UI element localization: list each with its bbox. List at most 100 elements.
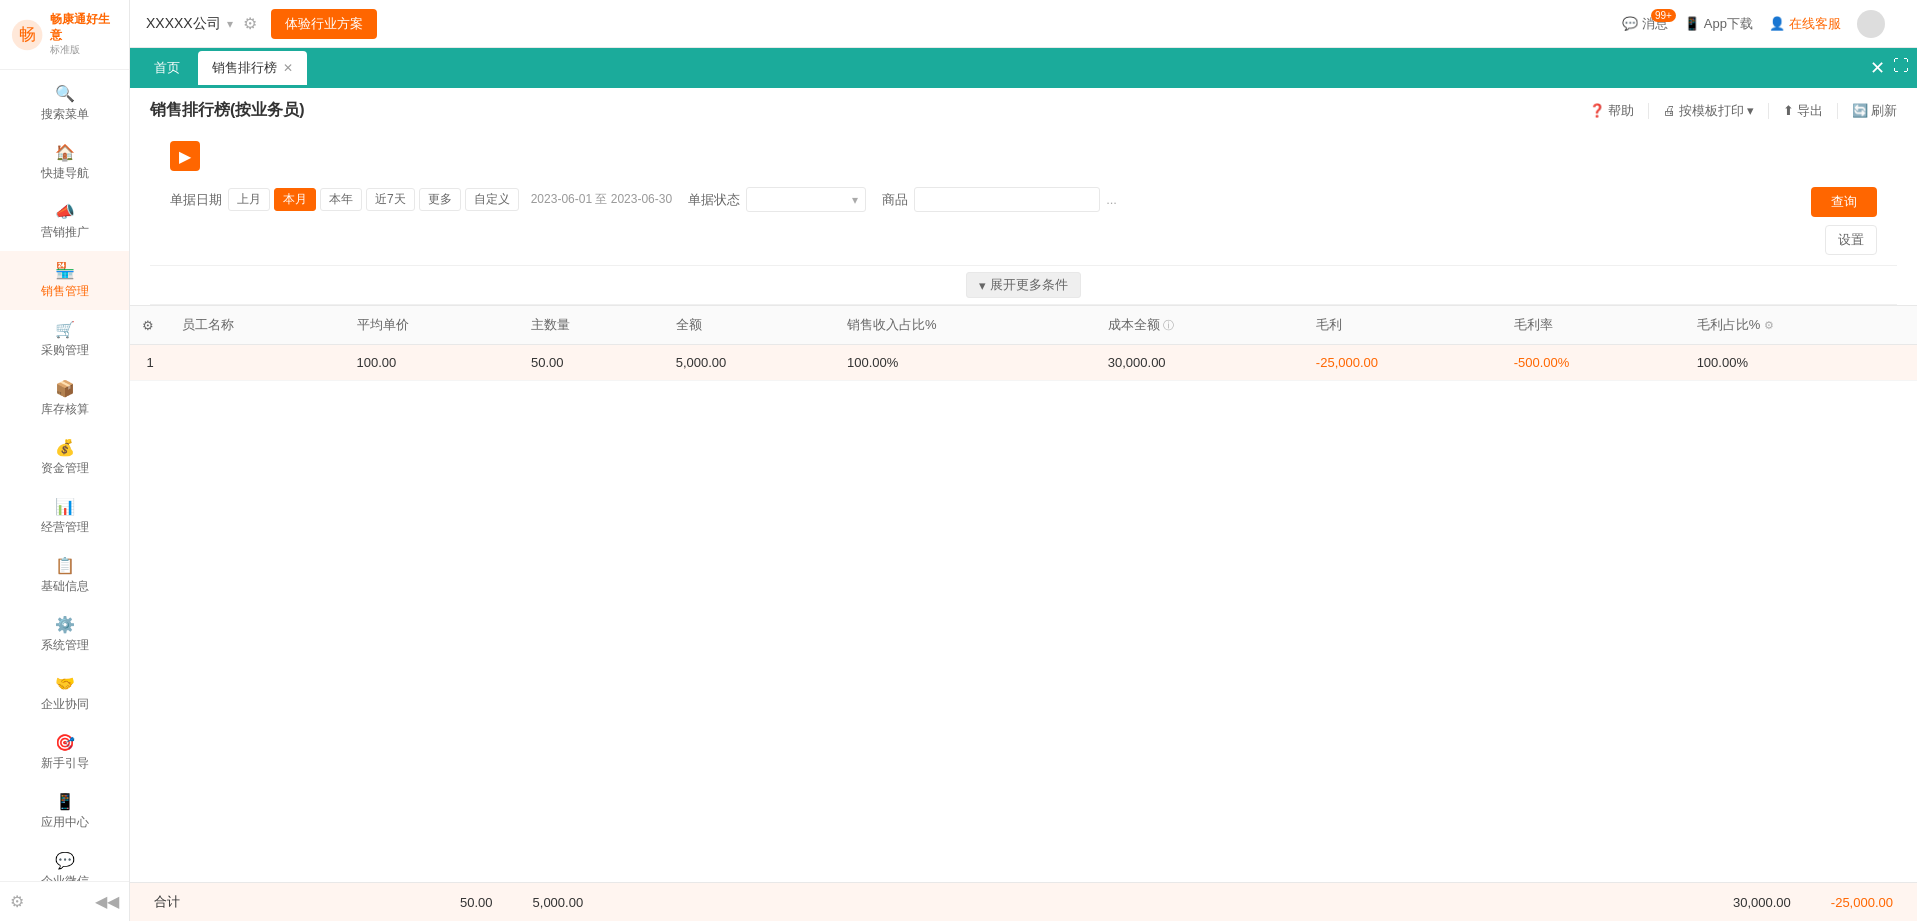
table-header: ⚙ 员工名称 平均单价 主数量 全额 销售收入占比% 成本全额 ⓘ 毛利 毛利率… — [130, 306, 1917, 345]
guide-icon: 🎯 — [55, 733, 75, 752]
date-btn-7days[interactable]: 近7天 — [366, 188, 415, 211]
export-button[interactable]: ⬆ 导出 — [1783, 102, 1823, 120]
sales-icon: 🏪 — [55, 261, 75, 280]
tab-close-icon[interactable]: ✕ — [283, 61, 293, 75]
settings-button[interactable]: 设置 — [1825, 225, 1877, 255]
sidebar-item-operations[interactable]: 📊 经营管理 — [0, 487, 129, 546]
tab-sales-label: 销售排行榜 — [212, 59, 277, 77]
table-footer: 合计 50.00 5,000.00 30,000.00 -25,000.00 — [130, 882, 1917, 921]
date-btn-custom[interactable]: 自定义 — [465, 188, 519, 211]
cell-qty: 50.00 — [519, 345, 664, 381]
cell-gross: -25,000.00 — [1304, 345, 1502, 381]
app-name: 畅康通好生意 — [50, 12, 119, 43]
sidebar-item-inventory[interactable]: 📦 库存核算 — [0, 369, 129, 428]
help-icon: ❓ — [1589, 103, 1605, 118]
window-close-btn[interactable]: ✕ — [1870, 57, 1885, 79]
th-name: 员工名称 — [170, 306, 345, 345]
cell-gross-pct: 100.00% — [1685, 345, 1917, 381]
gross-pct-settings-icon[interactable]: ⚙ — [1764, 319, 1774, 331]
th-cost: 成本全额 ⓘ — [1096, 306, 1304, 345]
template-dropdown-icon: ▾ — [1747, 103, 1754, 118]
date-btn-last-month[interactable]: 上月 — [228, 188, 270, 211]
refresh-icon: 🔄 — [1852, 103, 1868, 118]
avatar[interactable] — [1857, 10, 1885, 38]
app-icon: 📱 — [1684, 16, 1700, 31]
sidebar-item-sales[interactable]: 🏪 销售管理 — [0, 251, 129, 310]
sidebar-item-search[interactable]: 🔍 搜索菜单 — [0, 74, 129, 133]
sidebar-item-basic-info[interactable]: 📋 基础信息 — [0, 546, 129, 605]
sidebar-label-sales: 销售管理 — [41, 283, 89, 300]
filter-toggle-btn[interactable]: ▶ — [170, 141, 200, 171]
cell-gross-rate: -500.00% — [1502, 345, 1685, 381]
expand-label: 展开更多条件 — [990, 276, 1068, 294]
expand-more-button[interactable]: ▾ 展开更多条件 — [966, 272, 1081, 298]
th-amount: 全额 — [664, 306, 835, 345]
window-restore-btn[interactable]: ⛶ — [1893, 57, 1909, 79]
table-body: 1 100.00 50.00 5,000.00 100.00% 30,000.0… — [130, 345, 1917, 381]
date-range: 2023-06-01 至 2023-06-30 — [531, 191, 672, 208]
app-download-btn[interactable]: 📱 App下载 — [1684, 15, 1753, 33]
sidebar-item-marketing[interactable]: 📣 营销推广 — [0, 192, 129, 251]
query-button[interactable]: 查询 — [1811, 187, 1877, 217]
footer-gross: -25,000.00 — [1819, 895, 1905, 910]
date-label: 单据日期 — [170, 191, 222, 209]
online-service-btn[interactable]: 👤 在线客服 — [1769, 15, 1841, 33]
template-print-button[interactable]: 🖨 按模板打印 ▾ — [1663, 102, 1754, 120]
filter-toggle-icon: ▶ — [179, 147, 191, 166]
data-table: ⚙ 员工名称 平均单价 主数量 全额 销售收入占比% 成本全额 ⓘ 毛利 毛利率… — [130, 306, 1917, 381]
date-btn-this-year[interactable]: 本年 — [320, 188, 362, 211]
sidebar-item-wechat[interactable]: 💬 企业微信 — [0, 841, 129, 881]
sidebar-item-purchase[interactable]: 🛒 采购管理 — [0, 310, 129, 369]
help-button[interactable]: ❓ 帮助 — [1589, 102, 1634, 120]
tab-sales-ranking[interactable]: 销售排行榜 ✕ — [198, 51, 307, 85]
tabbar-right: ✕ ⛶ — [1870, 57, 1909, 79]
sidebar-label-cooperation: 企业协同 — [41, 696, 89, 713]
home-icon: 🏠 — [55, 143, 75, 162]
th-gross-rate: 毛利率 — [1502, 306, 1685, 345]
sidebar-item-guide[interactable]: 🎯 新手引导 — [0, 723, 129, 782]
status-label: 单据状态 — [688, 191, 740, 209]
tab-home[interactable]: 首页 — [138, 51, 196, 85]
search-icon: 🔍 — [55, 84, 75, 103]
sidebar-label-quick-nav: 快捷导航 — [41, 165, 89, 182]
sidebar-logo: 畅 畅康通好生意 标准版 — [0, 0, 129, 70]
page-title: 销售排行榜(按业务员) — [150, 100, 305, 121]
sidebar-item-system[interactable]: ⚙️ 系统管理 — [0, 605, 129, 664]
system-icon: ⚙️ — [55, 615, 75, 634]
filter-bar: ▶ 单据日期 上月 本月 本年 近7天 更多 自定义 — [150, 131, 1897, 266]
company-selector[interactable]: XXXXX公司 ▾ — [146, 15, 233, 33]
status-select[interactable] — [746, 187, 866, 212]
sidebar-settings-btn[interactable]: ⚙ — [10, 892, 24, 911]
date-filter: 单据日期 上月 本月 本年 近7天 更多 自定义 2023-06-01 至 20… — [170, 188, 672, 211]
basic-info-icon: 📋 — [55, 556, 75, 575]
message-icon: 💬 — [1622, 16, 1638, 31]
sidebar-item-finance[interactable]: 💰 资金管理 — [0, 428, 129, 487]
topbar-gear-icon[interactable]: ⚙ — [243, 14, 257, 33]
goods-input[interactable] — [914, 187, 1100, 212]
expand-more-bar: ▾ 展开更多条件 — [150, 266, 1897, 305]
footer-cost: 30,000.00 — [1721, 895, 1803, 910]
goods-label: 商品 — [882, 191, 908, 209]
date-btn-more[interactable]: 更多 — [419, 188, 461, 211]
goods-filter: 商品 ... — [882, 187, 1117, 212]
cell-amount: 5,000.00 — [664, 345, 835, 381]
footer-label: 合计 — [142, 893, 192, 911]
refresh-button[interactable]: 🔄 刷新 — [1852, 102, 1897, 120]
trial-button[interactable]: 体验行业方案 — [271, 9, 377, 39]
filter-dots[interactable]: ... — [1106, 192, 1117, 207]
sidebar-item-app-center[interactable]: 📱 应用中心 — [0, 782, 129, 841]
purchase-icon: 🛒 — [55, 320, 75, 339]
data-table-wrapper: ⚙ 员工名称 平均单价 主数量 全额 销售收入占比% 成本全额 ⓘ 毛利 毛利率… — [130, 306, 1917, 882]
date-btn-this-month[interactable]: 本月 — [274, 188, 316, 211]
sidebar-item-quick-nav[interactable]: 🏠 快捷导航 — [0, 133, 129, 192]
filter-area: 单据日期 上月 本月 本年 近7天 更多 自定义 2023-06-01 至 20… — [170, 187, 1877, 255]
th-gross: 毛利 — [1304, 306, 1502, 345]
message-btn[interactable]: 💬 消息 99+ — [1622, 15, 1668, 33]
inventory-icon: 📦 — [55, 379, 75, 398]
sidebar-collapse-btn[interactable]: ◀◀ — [95, 892, 119, 911]
filter-right: 查询 设置 — [1811, 187, 1877, 255]
cell-avg-price: 100.00 — [345, 345, 520, 381]
th-settings[interactable]: ⚙ — [130, 306, 170, 345]
sidebar-label-operations: 经营管理 — [41, 519, 89, 536]
sidebar-item-cooperation[interactable]: 🤝 企业协同 — [0, 664, 129, 723]
